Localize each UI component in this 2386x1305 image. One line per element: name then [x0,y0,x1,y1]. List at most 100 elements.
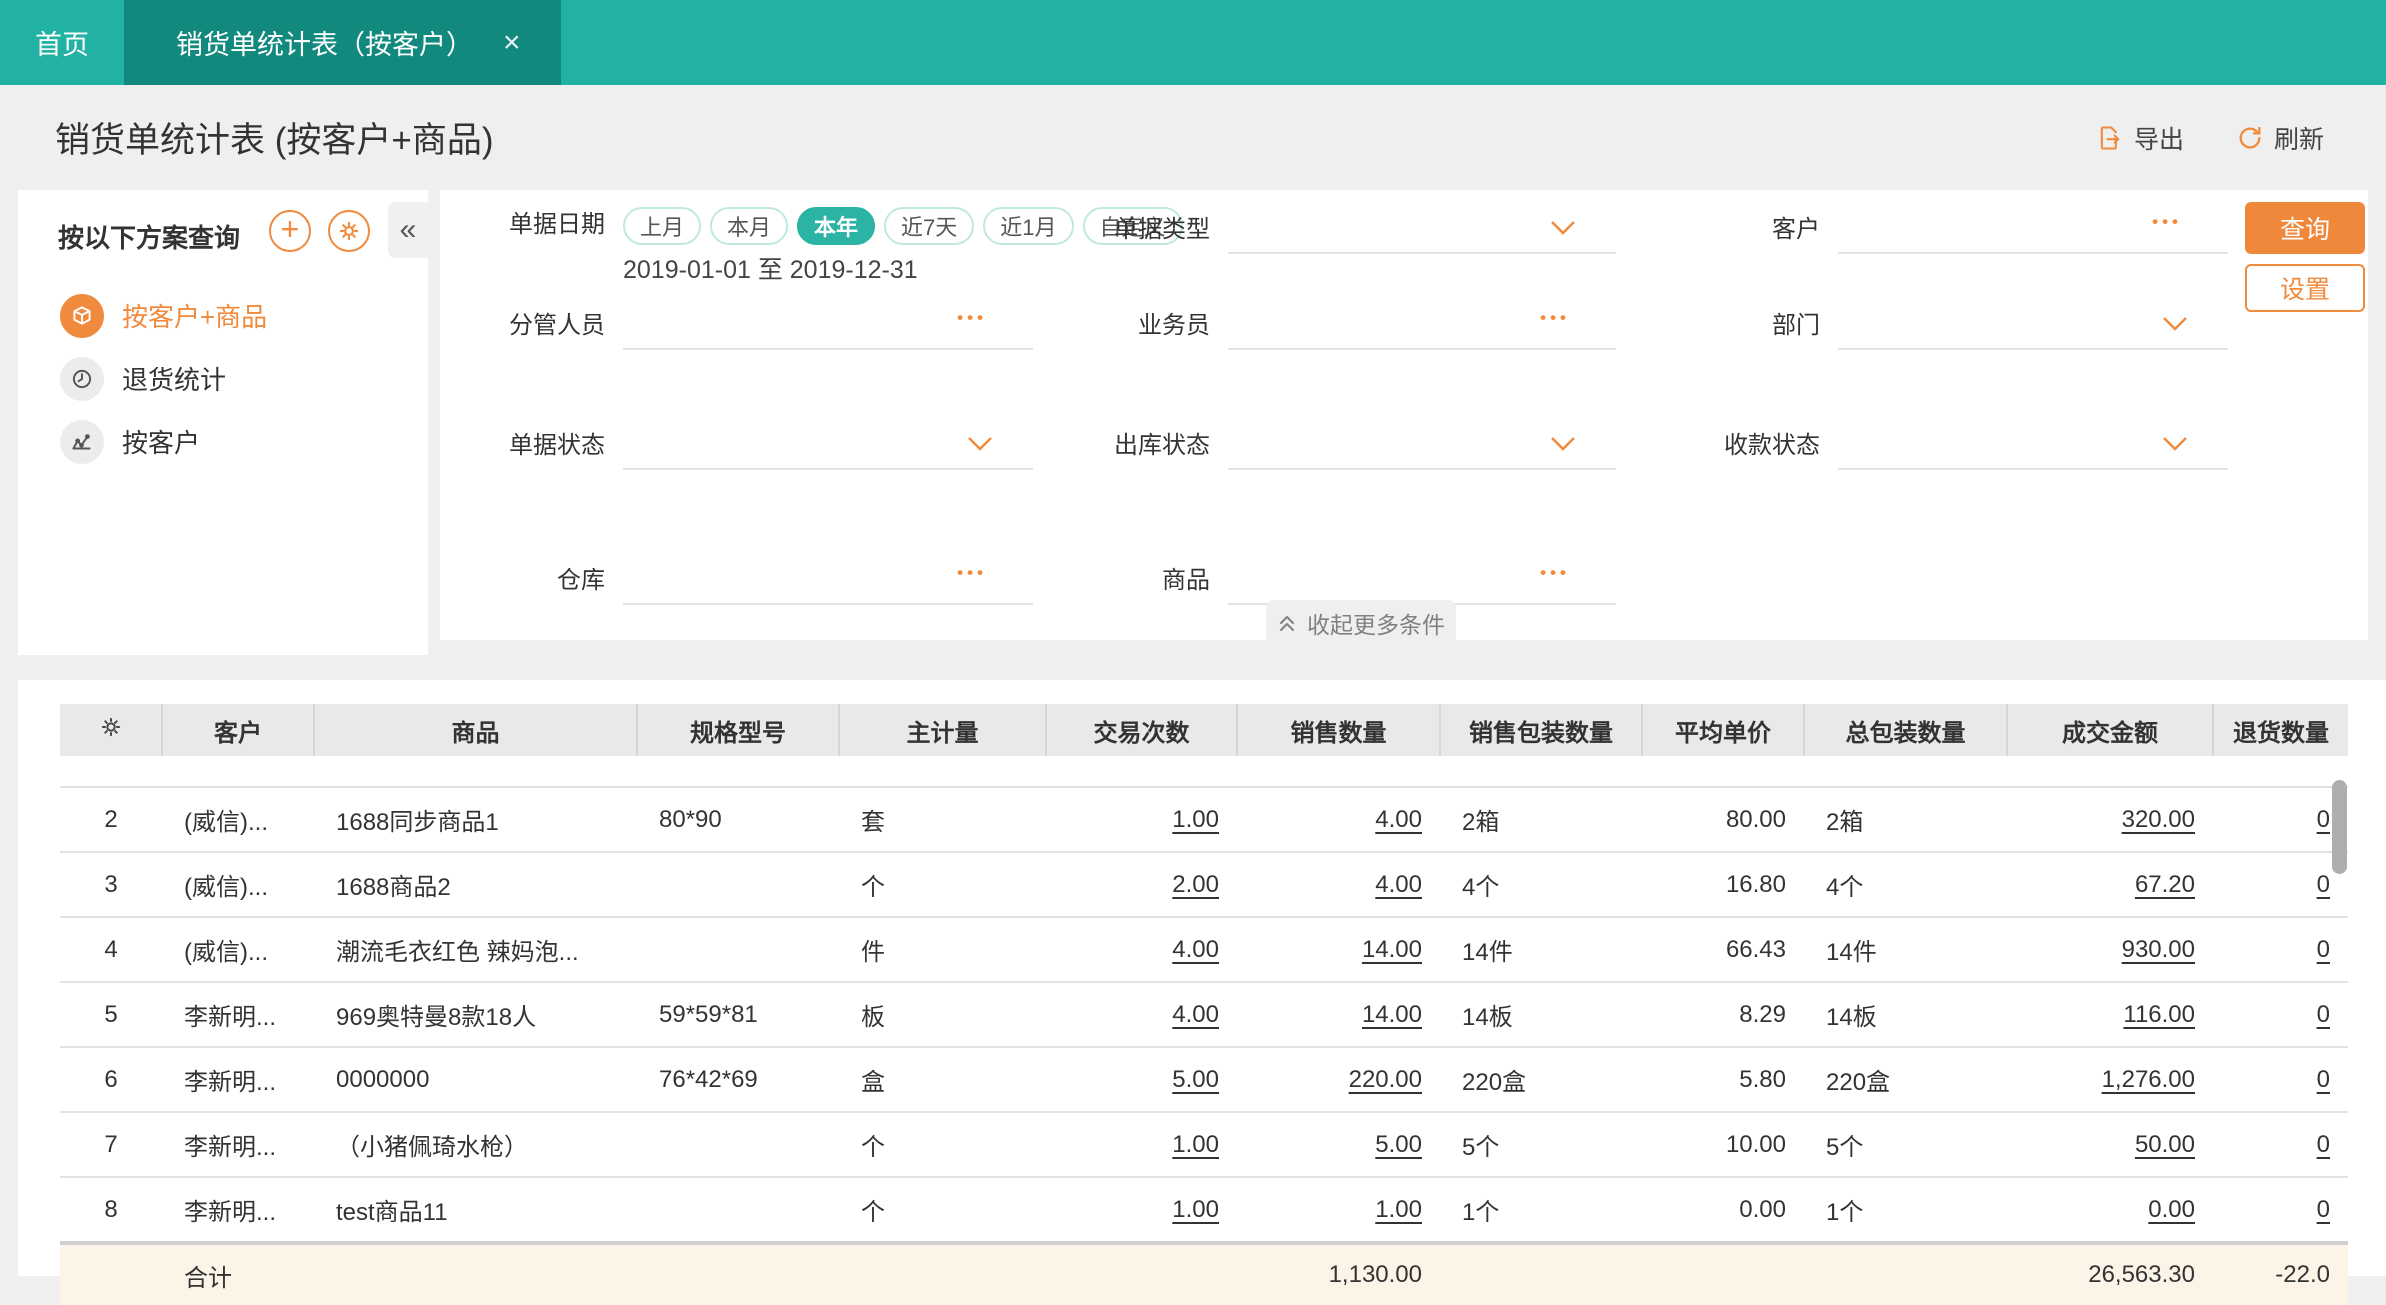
cell-link-trades[interactable]: 4.00 [1172,936,1219,963]
cell-link-trades[interactable]: 2.00 [1172,871,1219,898]
refresh-button[interactable]: 刷新 [2236,120,2324,156]
cell-link-sales_qty[interactable]: 1.00 [1375,1196,1422,1223]
date-pill-本年[interactable]: 本年 [797,207,876,245]
cell-link-sales_qty[interactable]: 220.00 [1349,1066,1422,1093]
top-tab-bar: 首页 销货单统计表（按客户） × [0,0,2386,85]
header-actions: 导出 刷新 [2096,85,2324,190]
col-header-avg-price[interactable]: 平均单价 [1641,704,1804,756]
cell-link-sales_qty[interactable]: 4.00 [1375,806,1422,833]
cell-link-return_qty[interactable]: 0 [2317,806,2330,833]
cell-link-sales_qty[interactable]: 4.00 [1375,871,1422,898]
cell-link-return_qty[interactable]: 0 [2317,1196,2330,1223]
cell-link-return_qty[interactable]: 0 [2317,871,2330,898]
cell-num: 7 [60,1112,162,1178]
col-header-sales-qty[interactable]: 销售数量 [1236,704,1440,756]
cell-link-return_qty[interactable]: 0 [2317,1001,2330,1028]
filter-customer: 客户 ••• [1675,204,2228,254]
cell-link-trades[interactable]: 4.00 [1172,1001,1219,1028]
table-header-row: 客户 商品 规格型号 主计量 交易次数 销售数量 销售包装数量 平均单价 总包装… [60,704,2348,756]
cell-link-amount[interactable]: 116.00 [2123,1001,2195,1028]
filter-outbound-status-label: 出库状态 [1114,432,1210,459]
cell-link-amount[interactable]: 50.00 [2135,1131,2195,1158]
col-header-amount[interactable]: 成交金额 [2006,704,2213,756]
cell-customer: (威信)... [162,787,314,853]
cell-link-return_qty[interactable]: 0 [2317,1131,2330,1158]
date-pill-近7天[interactable]: 近7天 [884,207,975,245]
total-label: 合计 [162,1241,314,1305]
doc-type-select[interactable] [1228,204,1616,254]
cell-link-return_qty[interactable]: 0 [2317,1066,2330,1093]
cell-product: test商品11 [314,1177,637,1244]
date-pill-近1月[interactable]: 近1月 [983,207,1074,245]
cell-customer: (威信)... [162,917,314,983]
salesman-picker[interactable]: ••• [1228,300,1616,350]
cell-total_pkg: 1个 [1804,1177,2007,1244]
settings-button[interactable]: 设置 [2245,264,2365,312]
cell-link-trades[interactable]: 1.00 [1172,1196,1219,1223]
cell-link-trades[interactable]: 5.00 [1172,1066,1219,1093]
col-header-spec[interactable]: 规格型号 [636,704,839,756]
query-button[interactable]: 查询 [2245,202,2365,254]
cell-link-trades[interactable]: 1.00 [1172,806,1219,833]
col-header-customer[interactable]: 客户 [161,704,314,756]
filter-warehouse-label: 仓库 [557,567,605,594]
cell-unit: 件 [839,917,1046,983]
cell-amount: 0.00 [2007,1177,2213,1244]
cell-avg_price: 66.43 [1642,917,1804,983]
column-settings-button[interactable] [60,704,162,756]
cell-link-amount[interactable]: 67.20 [2135,871,2195,898]
close-icon[interactable]: × [503,27,521,58]
ellipsis-icon: ••• [1540,563,1570,582]
cell-link-amount[interactable]: 0.00 [2148,1196,2195,1223]
cell-link-sales_qty[interactable]: 14.00 [1362,936,1422,963]
outbound-status-select[interactable] [1228,420,1616,470]
export-button[interactable]: 导出 [2096,120,2184,156]
manager-picker[interactable]: ••• [623,300,1033,350]
date-range-value[interactable]: 2019-01-01 至 2019-12-31 [623,250,918,286]
collapse-more-conditions-button[interactable]: 收起更多条件 [1266,600,1456,646]
cell-amount: 1,276.00 [2007,1047,2213,1113]
col-header-total-pkg[interactable]: 总包装数量 [1803,704,2007,756]
col-header-trades[interactable]: 交易次数 [1045,704,1237,756]
scheme-item-label: 按客户+商品 [122,302,268,332]
tab-sales-report[interactable]: 销货单统计表（按客户） × [124,0,561,85]
scheme-item-customer-product[interactable]: 按客户+商品 [18,284,428,347]
tab-home[interactable]: 首页 [0,0,124,85]
doc-status-select[interactable] [623,420,1033,470]
cell-link-return_qty[interactable]: 0 [2317,936,2330,963]
scheme-item-returns[interactable]: 退货统计 [18,347,428,410]
col-header-sales-pkg[interactable]: 销售包装数量 [1439,704,1642,756]
cell-avg_price: 16.80 [1642,852,1804,918]
vertical-scrollbar-thumb[interactable] [2332,780,2347,874]
customer-picker[interactable]: ••• [1838,204,2228,254]
date-pill-上月[interactable]: 上月 [623,207,702,245]
cell-spec: 76*42*69 [637,1047,839,1113]
clipped-row [60,756,2348,788]
cell-link-amount[interactable]: 930.00 [2122,936,2195,963]
scheme-item-by-customer[interactable]: 按客户 [18,410,428,473]
cell-total_pkg: 14板 [1804,982,2007,1048]
col-header-unit[interactable]: 主计量 [838,704,1046,756]
cell-link-amount[interactable]: 320.00 [2122,806,2195,833]
scheme-sidebar: 按以下方案查询 + « 按客户+商品 退货统计 按客户 [18,190,428,655]
cell-sales_qty: 5.00 [1237,1112,1440,1178]
cell-link-sales_qty[interactable]: 5.00 [1375,1131,1422,1158]
cell-trades: 1.00 [1046,1177,1237,1244]
department-select[interactable] [1838,300,2228,350]
cell-num: 6 [60,1047,162,1113]
sidebar-collapse-button[interactable]: « [388,202,428,258]
col-header-return-qty[interactable]: 退货数量 [2212,704,2348,756]
chevron-double-left-icon: « [399,213,417,246]
cell-link-sales_qty[interactable]: 14.00 [1362,1001,1422,1028]
cell-sales_qty: 14.00 [1237,982,1440,1048]
cell-link-trades[interactable]: 1.00 [1172,1131,1219,1158]
payment-status-select[interactable] [1838,420,2228,470]
col-header-product[interactable]: 商品 [313,704,637,756]
warehouse-picker[interactable]: ••• [623,555,1033,605]
table-row: 2 (威信)... 1688同步商品1 80*90 套 1.00 4.00 2箱 80.00 2箱… [60,787,2348,853]
date-pill-本月[interactable]: 本月 [710,207,789,245]
product-picker[interactable]: ••• [1228,555,1616,605]
cell-link-amount[interactable]: 1,276.00 [2102,1066,2195,1093]
add-scheme-button[interactable]: + [269,210,311,252]
scheme-settings-button[interactable] [328,210,370,252]
